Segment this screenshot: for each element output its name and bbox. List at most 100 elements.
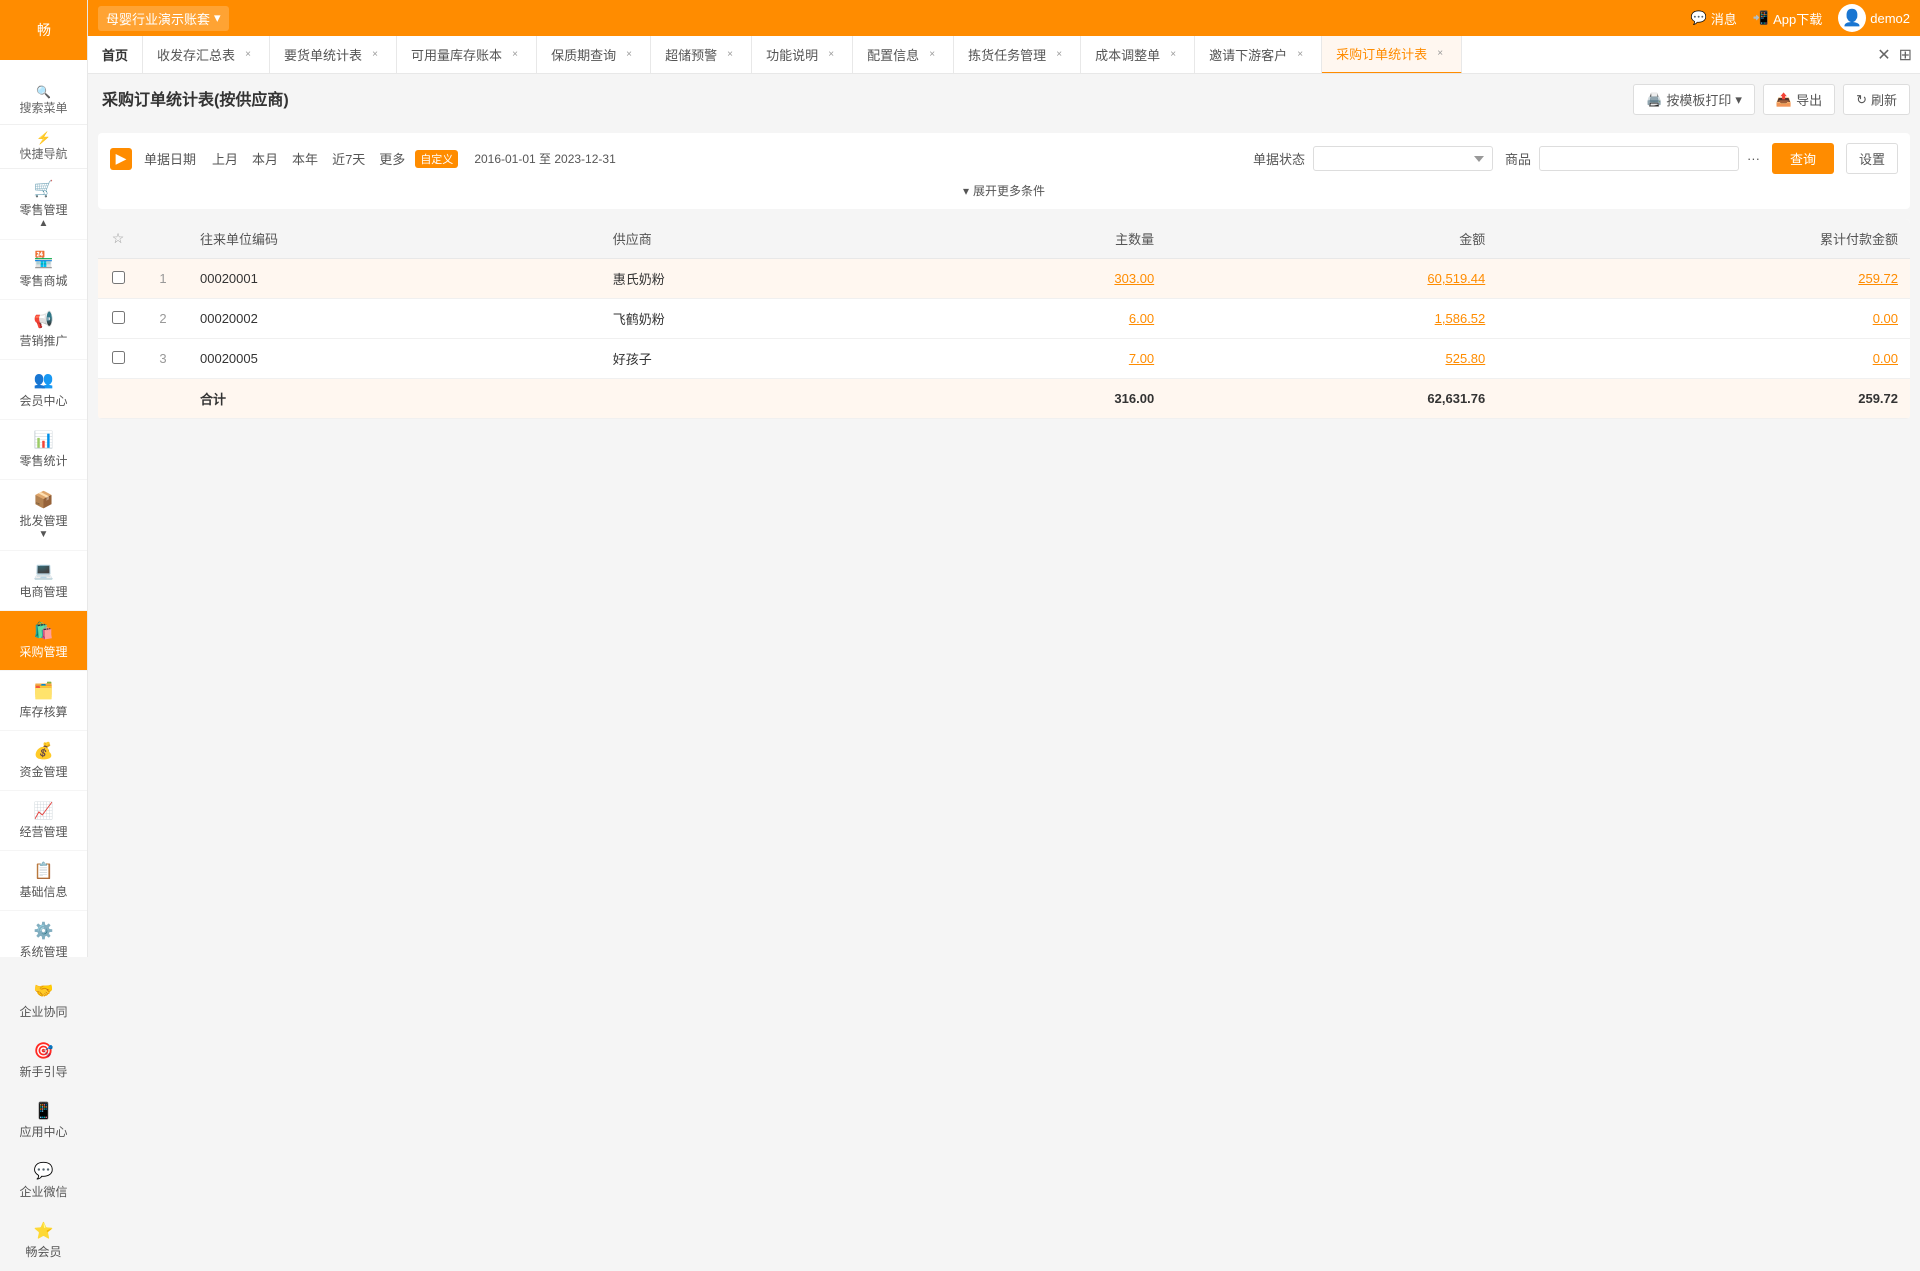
tab-config-info[interactable]: 配置信息 × — [853, 36, 954, 74]
user-name: demo2 — [1870, 11, 1910, 26]
tab-purchase-stats[interactable]: 采购订单统计表 × — [1322, 36, 1462, 74]
tab-pick-task[interactable]: 拣货任务管理 × — [954, 36, 1081, 74]
tab-overstock-alert[interactable]: 超储预警 × — [651, 36, 752, 74]
user-avatar-btn[interactable]: 👤 demo2 — [1838, 4, 1910, 32]
avatar: 👤 — [1838, 4, 1866, 32]
tab-available-stock-label: 可用量库存账本 — [411, 45, 502, 64]
export-btn[interactable]: 📤 导出 — [1763, 84, 1835, 115]
row-main-qty[interactable]: 303.00 — [908, 259, 1166, 299]
row-paid-amount[interactable]: 0.00 — [1497, 339, 1910, 379]
quicknav-icon: ⚡ — [36, 131, 51, 145]
row-amount[interactable]: 60,519.44 — [1166, 259, 1497, 299]
th-main-qty-label: 主数量 — [1115, 232, 1154, 247]
refresh-btn[interactable]: ↻ 刷新 — [1843, 84, 1910, 115]
date-shortcut-this-year[interactable]: 本年 — [288, 147, 322, 170]
sidebar-search[interactable]: 🔍 搜索菜单 — [0, 77, 87, 125]
goods-filter-input[interactable] — [1539, 146, 1739, 171]
status-filter-select[interactable] — [1313, 146, 1493, 171]
row-amount[interactable]: 1,586.52 — [1166, 299, 1497, 339]
sidebar-item-inventory[interactable]: 🗂️ 库存核算 — [0, 671, 87, 731]
sidebar-item-member-center[interactable]: 👥 会员中心 — [0, 360, 87, 420]
date-shortcut-last-month[interactable]: 上月 — [208, 147, 242, 170]
sidebar-item-retail-mall[interactable]: 🏪 零售商城 — [0, 240, 87, 300]
tab-purchase-stats-close[interactable]: × — [1433, 47, 1447, 61]
row-main-qty[interactable]: 6.00 — [908, 299, 1166, 339]
org-selector[interactable]: 母婴行业演示账套 ▾ — [98, 6, 229, 31]
print-label: 按模板打印 — [1666, 90, 1731, 109]
date-custom-tag[interactable]: 自定义 — [415, 150, 458, 168]
tab-expiry-query-close[interactable]: × — [622, 48, 636, 62]
sidebar-item-enterprise-wechat[interactable]: 💬 企业微信 — [0, 1151, 87, 1211]
app-download-icon: 📲 — [1753, 10, 1769, 26]
sidebar-item-ops[interactable]: 📈 经营管理 — [0, 791, 87, 851]
tab-invite-downstream[interactable]: 邀请下游客户 × — [1195, 36, 1322, 74]
sidebar-item-ecommerce[interactable]: 💻 电商管理 — [0, 551, 87, 611]
filter-toggle-btn[interactable]: ▶ — [110, 148, 132, 170]
goods-filter-more[interactable]: ··· — [1747, 151, 1760, 166]
tab-collect-send[interactable]: 收发存汇总表 × — [143, 36, 270, 74]
sidebar-item-member[interactable]: ⭐ 畅会员 — [0, 1211, 87, 1271]
maximize-btn[interactable]: ⊞ — [1899, 45, 1912, 65]
print-btn[interactable]: 🖨️ 按模板打印 ▾ — [1633, 84, 1755, 115]
date-shortcut-more[interactable]: 更多 — [375, 147, 409, 170]
date-shortcut-7days[interactable]: 近7天 — [328, 147, 369, 170]
table-row[interactable]: 2 00020002 飞鹤奶粉 6.00 1,586.52 0.00 — [98, 299, 1910, 339]
expand-more-btn[interactable]: ▾ 展开更多条件 — [963, 182, 1045, 199]
tab-collect-send-label: 收发存汇总表 — [157, 45, 235, 64]
sidebar-item-purchase[interactable]: 🛍️ 采购管理 — [0, 611, 87, 671]
tab-expiry-query[interactable]: 保质期查询 × — [537, 36, 651, 74]
sidebar-item-new-guide[interactable]: 🎯 新手引导 — [0, 1031, 87, 1091]
sidebar-item-marketing[interactable]: 📢 营销推广 — [0, 300, 87, 360]
sidebar-item-marketing-label: 营销推广 — [19, 332, 67, 349]
tab-config-info-close[interactable]: × — [925, 48, 939, 62]
tab-collect-send-close[interactable]: × — [241, 48, 255, 62]
row-amount[interactable]: 525.80 — [1166, 339, 1497, 379]
tab-expiry-query-label: 保质期查询 — [551, 45, 616, 64]
sidebar-item-sys-mgmt[interactable]: ⚙️ 系统管理 — [0, 911, 87, 971]
close-all-tabs-btn[interactable]: ✕ — [1877, 45, 1890, 65]
inventory-icon: 🗂️ — [34, 681, 54, 701]
tab-demand-stats[interactable]: 要货单统计表 × — [270, 36, 397, 74]
marketing-icon: 📢 — [34, 310, 54, 330]
sidebar-item-finance[interactable]: 💰 资金管理 — [0, 731, 87, 791]
sidebar-item-retail-mgmt[interactable]: 🛒 零售管理 ▲ — [0, 169, 87, 240]
row-checkbox[interactable] — [98, 339, 138, 379]
message-btn[interactable]: 💬 消息 — [1691, 9, 1737, 28]
row-checkbox[interactable] — [98, 259, 138, 299]
sidebar-item-enterprise-coop[interactable]: 🤝 企业协同 — [0, 971, 87, 1031]
date-shortcut-this-month[interactable]: 本月 — [248, 147, 282, 170]
chevron-down-icon-wholesale: ▼ — [39, 529, 49, 540]
sidebar-item-retail-stats[interactable]: 📊 零售统计 — [0, 420, 87, 480]
sidebar-item-app-center[interactable]: 📱 应用中心 — [0, 1091, 87, 1151]
tab-available-stock-close[interactable]: × — [508, 48, 522, 62]
table-row[interactable]: 1 00020001 惠氏奶粉 303.00 60,519.44 259.72 — [98, 259, 1910, 299]
sidebar-item-wholesale-mgmt[interactable]: 📦 批发管理 ▼ — [0, 480, 87, 551]
row-supplier-name: 好孩子 — [601, 339, 909, 379]
row-paid-amount[interactable]: 259.72 — [1497, 259, 1910, 299]
tab-available-stock[interactable]: 可用量库存账本 × — [397, 36, 537, 74]
tab-cost-adj-close[interactable]: × — [1166, 48, 1180, 62]
row-checkbox[interactable] — [98, 299, 138, 339]
nav-tabs: 首页 收发存汇总表 × 要货单统计表 × 可用量库存账本 × 保质期查询 × 超… — [88, 36, 1920, 74]
settings-btn[interactable]: 设置 — [1846, 143, 1898, 174]
tab-home[interactable]: 首页 — [88, 36, 143, 74]
tab-invite-downstream-close[interactable]: × — [1293, 48, 1307, 62]
app-download-btn[interactable]: 📲 App下载 — [1753, 9, 1822, 28]
sidebar-item-basic-info[interactable]: 📋 基础信息 — [0, 851, 87, 911]
column-settings-icon[interactable]: ☆ — [112, 230, 125, 246]
table-row[interactable]: 3 00020005 好孩子 7.00 525.80 0.00 — [98, 339, 1910, 379]
tab-func-desc-close[interactable]: × — [824, 48, 838, 62]
tab-func-desc[interactable]: 功能说明 × — [752, 36, 853, 74]
tab-demand-stats-close[interactable]: × — [368, 48, 382, 62]
row-main-qty[interactable]: 7.00 — [908, 339, 1166, 379]
ecommerce-icon: 💻 — [34, 561, 54, 581]
sidebar-quicknav[interactable]: ⚡ 快捷导航 — [0, 125, 87, 169]
tab-pick-task-close[interactable]: × — [1052, 48, 1066, 62]
ops-icon: 📈 — [34, 801, 54, 821]
tab-pick-task-label: 拣货任务管理 — [968, 45, 1046, 64]
tab-cost-adj[interactable]: 成本调整单 × — [1081, 36, 1195, 74]
tab-config-info-label: 配置信息 — [867, 45, 919, 64]
query-btn[interactable]: 查询 — [1772, 143, 1834, 174]
row-paid-amount[interactable]: 0.00 — [1497, 299, 1910, 339]
tab-overstock-alert-close[interactable]: × — [723, 48, 737, 62]
